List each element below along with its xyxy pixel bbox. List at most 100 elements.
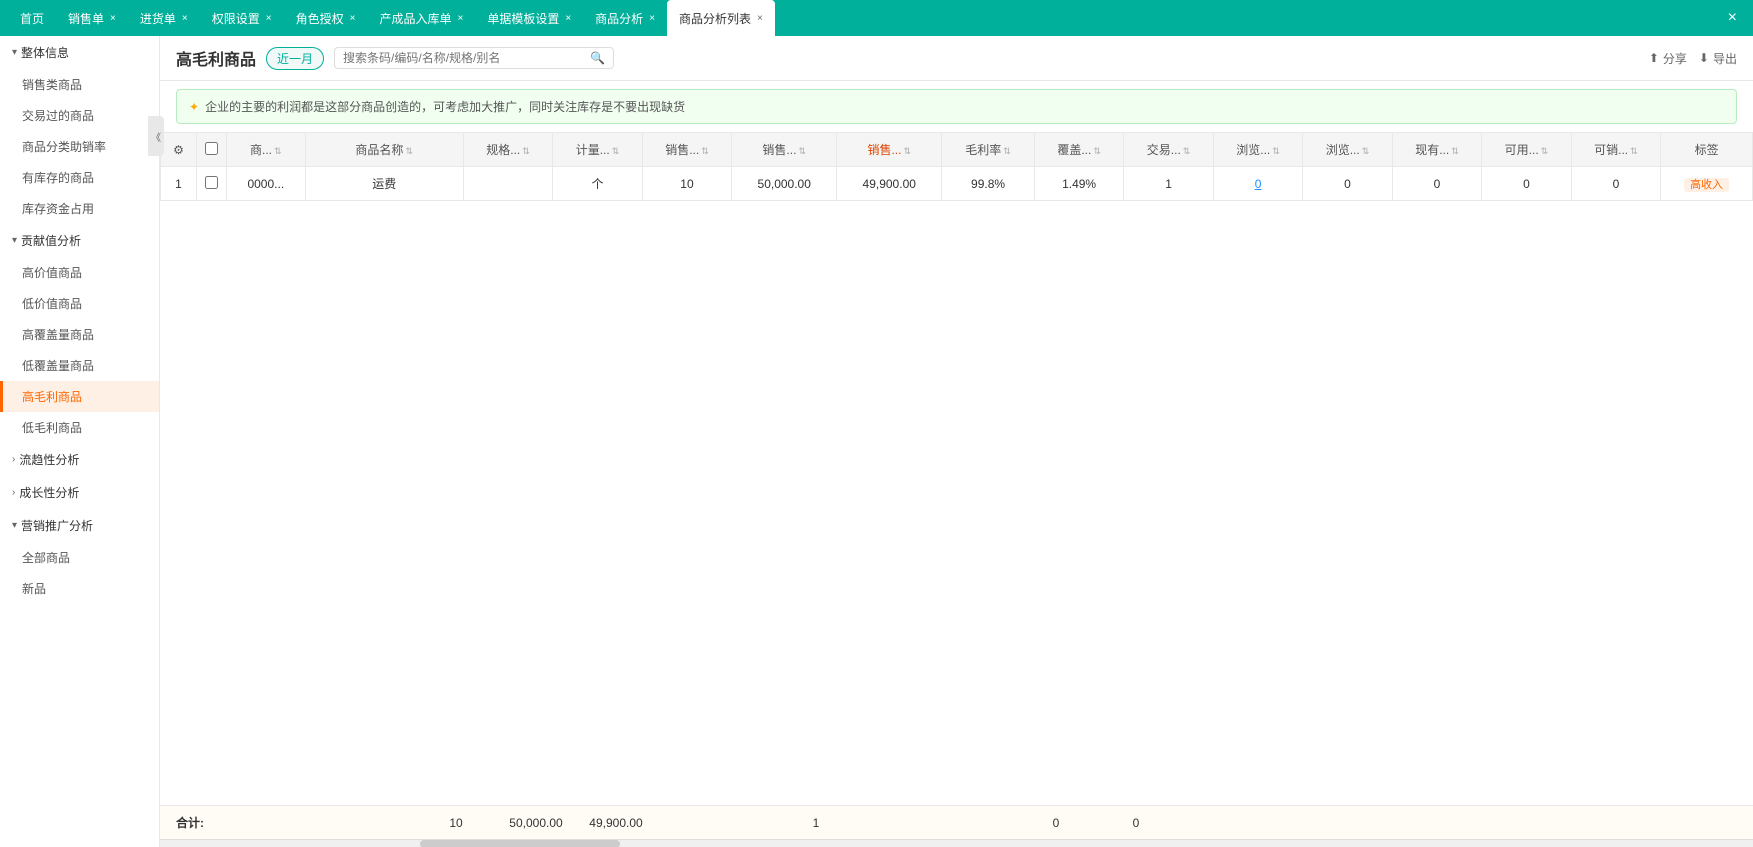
cell-checkbox[interactable] xyxy=(197,167,227,201)
export-button[interactable]: ⬇ 导出 xyxy=(1699,50,1737,67)
cell-unit: 个 xyxy=(553,167,642,201)
col-available[interactable]: 可用...⇅ xyxy=(1482,133,1571,167)
footer-cells: 10 50,000.00 49,900.00 1 0 0 xyxy=(256,816,1737,830)
footer-cell-sales-amount: 50,000.00 xyxy=(496,816,576,830)
footer-cell-spacer3 xyxy=(856,816,936,830)
period-button[interactable]: 近一月 xyxy=(266,47,324,70)
main-layout: ▾ 整体信息 销售类商品 交易过的商品 商品分类助销率 有库存的商品 库存资金占… xyxy=(0,36,1753,847)
col-browse1[interactable]: 浏览...⇅ xyxy=(1213,133,1302,167)
sidebar-item-high-coverage[interactable]: 高覆盖量商品 xyxy=(0,319,159,350)
data-table: ⚙ 商...⇅ 商品名称⇅ 规格...⇅ 计量...⇅ 销售...⇅ 销售...… xyxy=(160,132,1753,201)
content-header: 高毛利商品 近一月 🔍 ⬆ 分享 ⬇ 导出 xyxy=(160,36,1753,81)
close-icon[interactable]: × xyxy=(565,13,571,24)
tab-purchase[interactable]: 进货单 × xyxy=(128,0,200,36)
col-spec[interactable]: 规格...⇅ xyxy=(463,133,552,167)
window-close-button[interactable]: × xyxy=(1720,9,1745,27)
tab-roles[interactable]: 角色授权 × xyxy=(284,0,368,36)
topbar: 首页 销售单 × 进货单 × 权限设置 × 角色授权 × 产成品入库单 × 单据… xyxy=(0,0,1753,36)
col-sellable[interactable]: 可销...⇅ xyxy=(1571,133,1660,167)
col-sales-amount[interactable]: 销售...⇅ xyxy=(732,133,837,167)
sidebar-section-growth[interactable]: › 成长性分析 xyxy=(0,476,159,509)
col-sales-profit[interactable]: 销售...⇅ xyxy=(837,133,942,167)
footer-cell-spacer4 xyxy=(936,816,1016,830)
tab-goods-analysis[interactable]: 商品分析 × xyxy=(583,0,667,36)
sidebar-section-overall[interactable]: ▾ 整体信息 xyxy=(0,36,159,69)
export-icon: ⬇ xyxy=(1699,51,1709,65)
sidebar-section-trend[interactable]: › 流趋性分析 xyxy=(0,443,159,476)
cell-name: 运费 xyxy=(305,167,463,201)
close-icon[interactable]: × xyxy=(457,13,463,24)
sidebar-item-traded-goods[interactable]: 交易过的商品 xyxy=(0,100,159,131)
col-trade[interactable]: 交易...⇅ xyxy=(1124,133,1213,167)
footer-cell-trade: 1 xyxy=(776,816,856,830)
sidebar-item-new-goods[interactable]: 新品 xyxy=(0,573,159,604)
col-sales-qty[interactable]: 销售...⇅ xyxy=(642,133,731,167)
cell-code: 0000... xyxy=(227,167,306,201)
sidebar-item-low-margin[interactable]: 低毛利商品 xyxy=(0,412,159,443)
table-header-row: ⚙ 商...⇅ 商品名称⇅ 规格...⇅ 计量...⇅ 销售...⇅ 销售...… xyxy=(161,133,1753,167)
cell-gross-margin: 99.8% xyxy=(942,167,1035,201)
sidebar-collapse-button[interactable]: 《 xyxy=(148,116,164,156)
cell-sales-profit: 49,900.00 xyxy=(837,167,942,201)
col-name[interactable]: 商品名称⇅ xyxy=(305,133,463,167)
search-box: 🔍 xyxy=(334,47,614,69)
cell-spec xyxy=(463,167,552,201)
col-gross-margin[interactable]: 毛利率⇅ xyxy=(942,133,1035,167)
col-tag[interactable]: 标签 xyxy=(1661,133,1753,167)
sidebar: ▾ 整体信息 销售类商品 交易过的商品 商品分类助销率 有库存的商品 库存资金占… xyxy=(0,36,160,847)
sidebar-item-stocked-goods[interactable]: 有库存的商品 xyxy=(0,162,159,193)
close-icon[interactable]: × xyxy=(350,13,356,24)
select-all-checkbox[interactable] xyxy=(205,142,218,155)
share-icon: ⬆ xyxy=(1649,51,1659,65)
info-bar: ✦ 企业的主要的利润都是这部分商品创造的，可考虑加大推广，同时关注库存是不要出现… xyxy=(176,89,1737,124)
col-settings[interactable]: ⚙ xyxy=(161,133,197,167)
footer-label: 合计: xyxy=(176,814,256,831)
col-browse2[interactable]: 浏览...⇅ xyxy=(1303,133,1392,167)
tab-home[interactable]: 首页 xyxy=(8,0,56,36)
close-icon[interactable]: × xyxy=(266,13,272,24)
row-checkbox[interactable] xyxy=(205,176,218,189)
data-table-container: ⚙ 商...⇅ 商品名称⇅ 规格...⇅ 计量...⇅ 销售...⇅ 销售...… xyxy=(160,132,1753,805)
col-code[interactable]: 商...⇅ xyxy=(227,133,306,167)
col-checkbox[interactable] xyxy=(197,133,227,167)
cell-available: 0 xyxy=(1482,167,1571,201)
cell-coverage: 1.49% xyxy=(1034,167,1123,201)
horizontal-scrollbar[interactable] xyxy=(160,839,1753,847)
content-area: 高毛利商品 近一月 🔍 ⬆ 分享 ⬇ 导出 ✦ 企业的主要的利润都是这部分商品创… xyxy=(160,36,1753,847)
tab-sales[interactable]: 销售单 × xyxy=(56,0,128,36)
search-input[interactable] xyxy=(343,51,586,65)
cell-browse1[interactable]: 0 xyxy=(1213,167,1302,201)
sidebar-item-low-value[interactable]: 低价值商品 xyxy=(0,288,159,319)
tab-goods-analysis-list[interactable]: 商品分析列表 × xyxy=(667,0,775,36)
tab-product-inbound[interactable]: 产成品入库单 × xyxy=(367,0,475,36)
tab-permissions[interactable]: 权限设置 × xyxy=(200,0,284,36)
sidebar-item-all-goods[interactable]: 全部商品 xyxy=(0,542,159,573)
col-unit[interactable]: 计量...⇅ xyxy=(553,133,642,167)
sidebar-wrapper: ▾ 整体信息 销售类商品 交易过的商品 商品分类助销率 有库存的商品 库存资金占… xyxy=(0,36,160,847)
chevron-down-icon: ▾ xyxy=(12,47,17,58)
cell-browse2: 0 xyxy=(1303,167,1392,201)
sidebar-item-high-value[interactable]: 高价值商品 xyxy=(0,257,159,288)
close-icon[interactable]: × xyxy=(649,13,655,24)
sidebar-item-category-rate[interactable]: 商品分类助销率 xyxy=(0,131,159,162)
col-coverage[interactable]: 覆盖...⇅ xyxy=(1034,133,1123,167)
sidebar-item-sales-goods[interactable]: 销售类商品 xyxy=(0,69,159,100)
share-button[interactable]: ⬆ 分享 xyxy=(1649,50,1687,67)
footer-cell-current-stock: 0 xyxy=(1016,816,1096,830)
close-icon[interactable]: × xyxy=(110,13,116,24)
footer-cell-available: 0 xyxy=(1096,816,1176,830)
col-current-stock[interactable]: 现有...⇅ xyxy=(1392,133,1481,167)
sidebar-section-contribution[interactable]: ▾ 贡献值分析 xyxy=(0,224,159,257)
search-icon[interactable]: 🔍 xyxy=(590,51,605,65)
info-icon: ✦ xyxy=(189,100,199,114)
cell-sales-amount: 50,000.00 xyxy=(732,167,837,201)
sidebar-item-high-margin[interactable]: 高毛利商品 xyxy=(0,381,159,412)
tab-template[interactable]: 单据模板设置 × xyxy=(475,0,583,36)
close-icon[interactable]: × xyxy=(757,13,763,24)
close-icon[interactable]: × xyxy=(182,13,188,24)
sidebar-item-stock-capital[interactable]: 库存资金占用 xyxy=(0,193,159,224)
cell-trade: 1 xyxy=(1124,167,1213,201)
sidebar-section-marketing[interactable]: ▾ 营销推广分析 xyxy=(0,509,159,542)
sidebar-item-low-coverage[interactable]: 低覆盖量商品 xyxy=(0,350,159,381)
footer-totals-bar: 合计: 10 50,000.00 49,900.00 1 0 0 xyxy=(160,805,1753,839)
